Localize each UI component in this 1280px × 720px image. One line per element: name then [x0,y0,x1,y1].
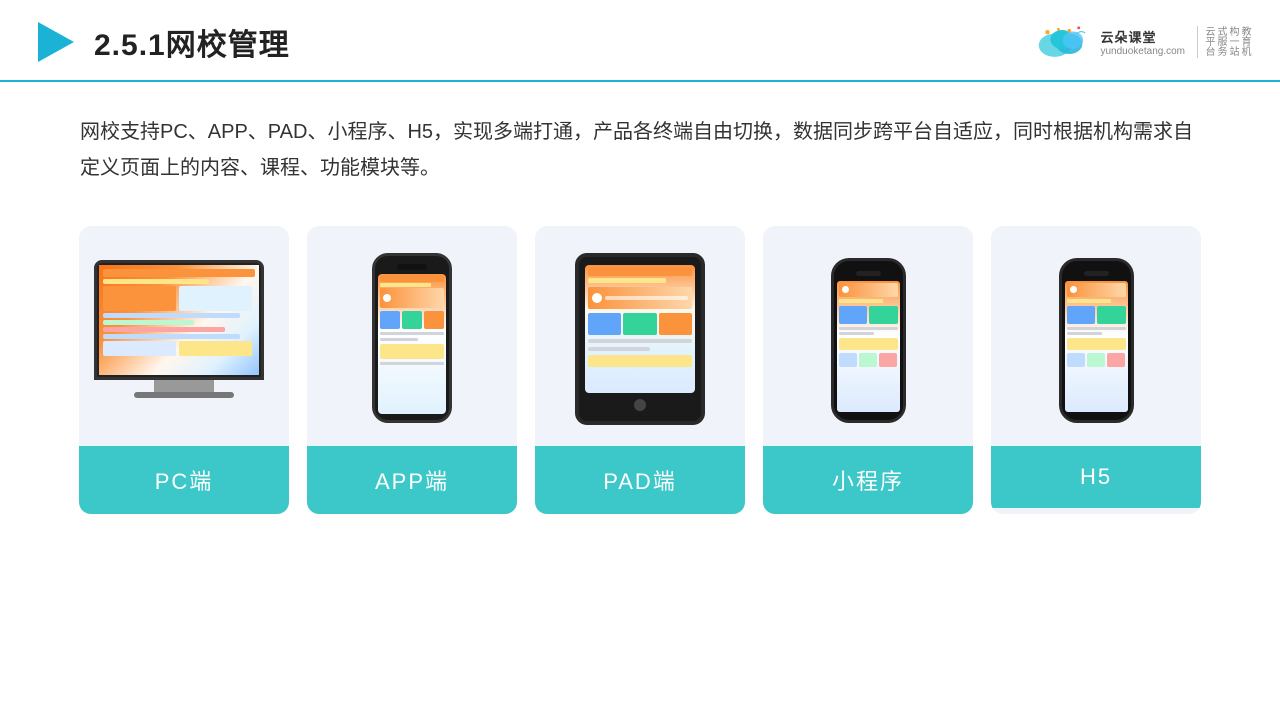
app-image-area [307,226,517,446]
logo-area: 云朵课堂 yunduoketang.com 教育机构一站式服务云平台 [1032,22,1250,62]
play-icon [30,18,78,66]
logo-url: yunduoketang.com [1100,46,1185,57]
card-pad: PAD端 [535,226,745,514]
description-text: 网校支持PC、APP、PAD、小程序、H5，实现多端打通，产品各终端自由切换，数… [0,82,1280,206]
card-h5: H5 [991,226,1201,514]
card-app: APP端 [307,226,517,514]
miniprogram-image-area [763,226,973,446]
pc-image-area [79,226,289,446]
pc-mockup [94,260,274,420]
logo-text: 云朵课堂 yunduoketang.com [1100,27,1185,57]
header-left: 2.5.1网校管理 [30,18,290,66]
card-pc: PC端 [79,226,289,514]
h5-image-area [991,226,1201,446]
description-paragraph: 网校支持PC、APP、PAD、小程序、H5，实现多端打通，产品各终端自由切换，数… [80,114,1200,186]
card-pad-label: PAD端 [535,446,745,514]
logo-slogan: 教育机构一站式服务云平台 [1197,26,1250,58]
card-miniprogram: 小程序 [763,226,973,514]
pad-tablet-mockup [575,253,705,428]
h5-phone-mockup [1059,258,1134,423]
card-pc-label: PC端 [79,446,289,514]
miniprogram-phone-mockup [831,258,906,423]
pad-image-area [535,226,745,446]
logo-name: 云朵课堂 [1100,27,1185,46]
page-title: 2.5.1网校管理 [94,20,290,64]
header: 2.5.1网校管理 云朵课堂 yunduoketang.com 教育机构一站式服… [0,0,1280,82]
cards-container: PC端 [0,206,1280,544]
card-miniprogram-label: 小程序 [763,446,973,514]
logo-cloud-icon [1032,22,1092,62]
card-h5-label: H5 [991,446,1201,508]
app-phone-mockup [372,253,452,428]
card-app-label: APP端 [307,446,517,514]
